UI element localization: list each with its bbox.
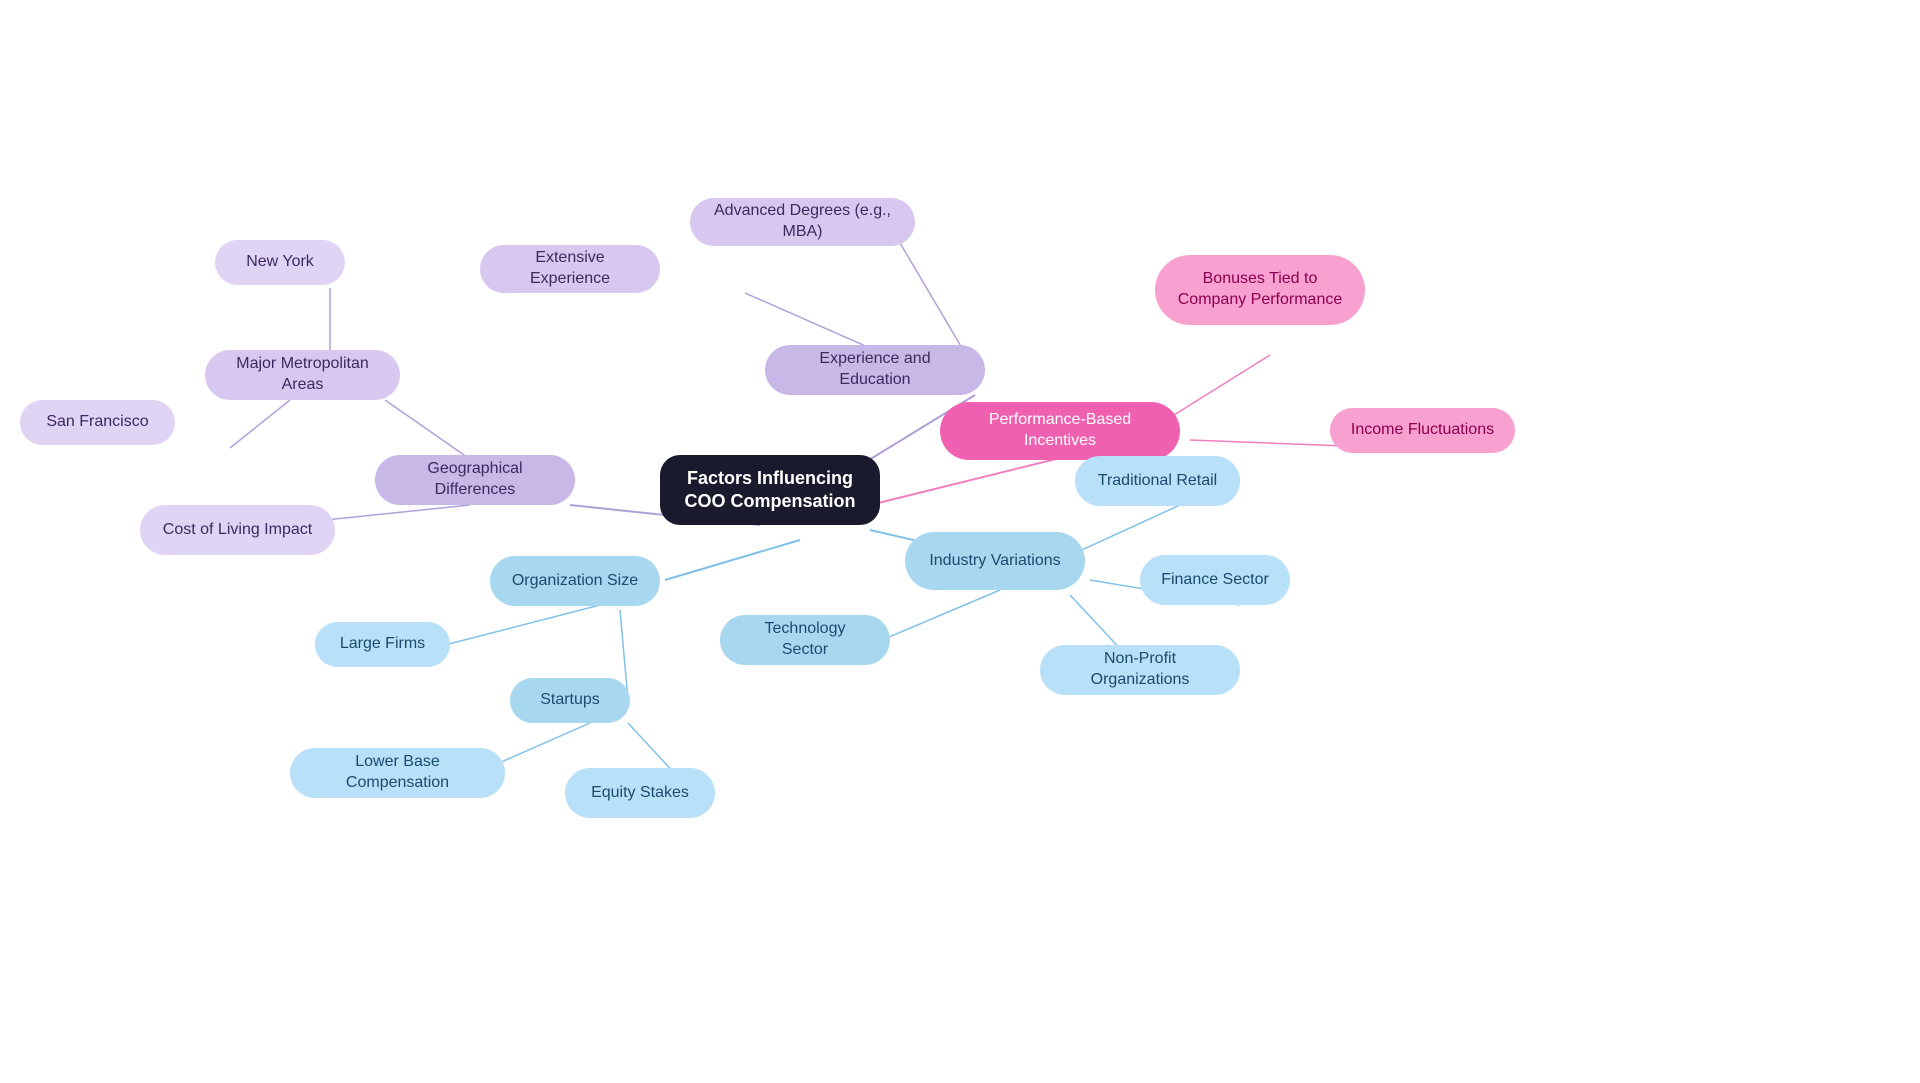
large-firms-node: Large Firms xyxy=(315,622,450,667)
non-profit-label: Non-Profit Organizations xyxy=(1060,649,1220,691)
cost-of-living-label: Cost of Living Impact xyxy=(163,520,312,541)
experience-education-node: Experience and Education xyxy=(765,345,985,395)
industry-variations-label: Industry Variations xyxy=(929,551,1060,572)
center-node: Factors Influencing COO Compensation xyxy=(660,455,880,525)
finance-sector-label: Finance Sector xyxy=(1161,570,1269,591)
startups-node: Startups xyxy=(510,678,630,723)
finance-sector-node: Finance Sector xyxy=(1140,555,1290,605)
san-francisco-label: San Francisco xyxy=(46,412,148,433)
advanced-degrees-node: Advanced Degrees (e.g., MBA) xyxy=(690,198,915,246)
organization-size-label: Organization Size xyxy=(512,571,638,592)
center-label: Factors Influencing COO Compensation xyxy=(680,467,860,514)
geographical-differences-label: Geographical Differences xyxy=(395,459,555,501)
advanced-degrees-label: Advanced Degrees (e.g., MBA) xyxy=(710,201,895,243)
non-profit-node: Non-Profit Organizations xyxy=(1040,645,1240,695)
startups-label: Startups xyxy=(540,690,600,711)
experience-education-label: Experience and Education xyxy=(785,349,965,391)
major-metro-label: Major Metropolitan Areas xyxy=(225,354,380,396)
equity-stakes-label: Equity Stakes xyxy=(591,783,689,804)
income-fluctuations-node: Income Fluctuations xyxy=(1330,408,1515,453)
traditional-retail-node: Traditional Retail xyxy=(1075,456,1240,506)
performance-incentives-node: Performance-Based Incentives xyxy=(940,402,1180,460)
extensive-experience-label: Extensive Experience xyxy=(500,248,640,290)
new-york-label: New York xyxy=(246,252,314,273)
lower-base-label: Lower Base Compensation xyxy=(310,752,485,794)
income-fluctuations-label: Income Fluctuations xyxy=(1351,420,1494,441)
industry-variations-node: Industry Variations xyxy=(905,532,1085,590)
cost-of-living-node: Cost of Living Impact xyxy=(140,505,335,555)
bonuses-node: Bonuses Tied to Company Performance xyxy=(1155,255,1365,325)
bonuses-label: Bonuses Tied to Company Performance xyxy=(1175,269,1345,311)
lower-base-node: Lower Base Compensation xyxy=(290,748,505,798)
technology-sector-label: Technology Sector xyxy=(740,619,870,661)
major-metro-node: Major Metropolitan Areas xyxy=(205,350,400,400)
performance-incentives-label: Performance-Based Incentives xyxy=(960,410,1160,452)
san-francisco-node: San Francisco xyxy=(20,400,175,445)
equity-stakes-node: Equity Stakes xyxy=(565,768,715,818)
traditional-retail-label: Traditional Retail xyxy=(1098,471,1217,492)
new-york-node: New York xyxy=(215,240,345,285)
technology-sector-node: Technology Sector xyxy=(720,615,890,665)
extensive-experience-node: Extensive Experience xyxy=(480,245,660,293)
geographical-differences-node: Geographical Differences xyxy=(375,455,575,505)
large-firms-label: Large Firms xyxy=(340,634,425,655)
organization-size-node: Organization Size xyxy=(490,556,660,606)
